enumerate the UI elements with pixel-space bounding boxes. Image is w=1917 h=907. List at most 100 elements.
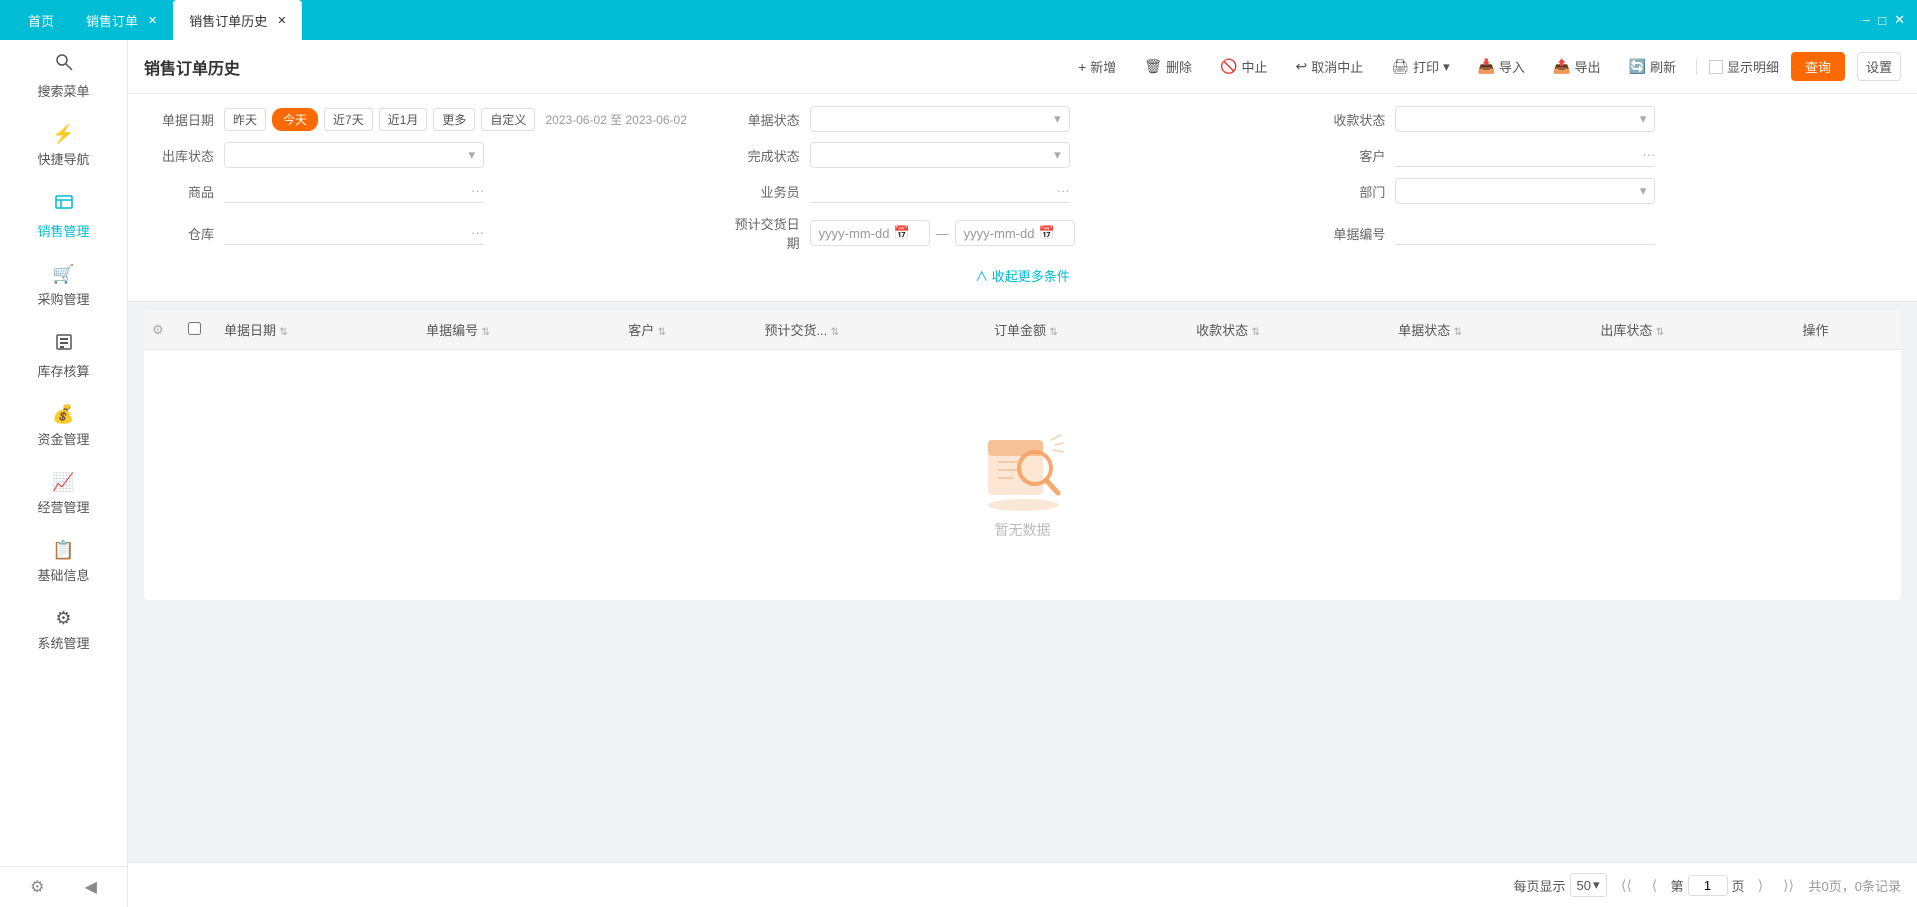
payment-status-arrow: ▾ (1640, 111, 1647, 127)
col-delivery[interactable]: 预计交货... ⇅ (756, 310, 986, 350)
header-actions: + 新增 🗑 删除 🚫 中止 ↩ 取消中止 🖨 打印 (1070, 52, 1901, 81)
table-header-row: ⚙ 单据日期 ⇅ 单据编号 ⇅ (144, 310, 1901, 350)
department-label: 部门 (1315, 182, 1395, 201)
sidebar-item-purchase-mgmt[interactable]: 🛒 采购管理 (0, 252, 127, 320)
empty-illustration (963, 410, 1083, 520)
collapse-button[interactable]: ∧ 收起更多条件 (144, 262, 1901, 289)
sidebar-item-finance[interactable]: 💰 资金管理 (0, 392, 127, 460)
page-suffix: 页 (1732, 876, 1745, 895)
product-more-icon[interactable]: ··· (471, 183, 484, 198)
warehouse-status-arrow: ▾ (468, 147, 475, 163)
sidebar-item-quick-nav[interactable]: ⚡ 快捷导航 (0, 112, 127, 180)
sidebar-item-search-menu[interactable]: 搜索菜单 (0, 40, 127, 112)
calendar-end-icon[interactable]: 📅 (1038, 225, 1054, 241)
salesperson-more-icon[interactable]: ··· (1057, 183, 1070, 198)
date-quick-custom[interactable]: 自定义 (481, 108, 535, 131)
query-button[interactable]: 查询 (1791, 52, 1845, 81)
display-toggle-checkbox[interactable] (1709, 60, 1723, 74)
date-quick-7days[interactable]: 近7天 (324, 108, 373, 131)
payment-status-select[interactable]: ▾ (1395, 106, 1655, 132)
sidebar-item-purchase-mgmt-label: 采购管理 (37, 289, 89, 308)
calendar-start-icon[interactable]: 📅 (893, 225, 909, 241)
filter-row-3: 商品 ··· 业务员 ··· 部门 (144, 178, 1901, 204)
sidebar-settings-icon[interactable]: ⚙ (30, 877, 44, 897)
table-gear-icon[interactable]: ⚙ (152, 322, 164, 337)
table-select-all[interactable] (188, 322, 201, 335)
department-select[interactable]: ▾ (1395, 178, 1655, 204)
new-button[interactable]: + 新增 (1070, 53, 1124, 80)
query-label: 查询 (1805, 57, 1831, 76)
close-sales-order-icon[interactable]: ✕ (148, 14, 157, 27)
sort-warehouse-icon: ⇅ (1656, 327, 1664, 338)
date-range-text: 2023-06-02 至 2023-06-02 (545, 111, 686, 128)
export-icon: 📤 (1553, 58, 1570, 75)
refresh-button[interactable]: 🔄 刷新 (1621, 53, 1684, 80)
salesperson-input[interactable] (810, 179, 1053, 202)
order-status-select[interactable]: ▾ (810, 106, 1070, 132)
order-no-input[interactable] (1395, 221, 1655, 244)
settings-button[interactable]: 设置 (1857, 52, 1901, 81)
date-quick-more[interactable]: 更多 (433, 108, 475, 131)
date-quick-yesterday[interactable]: 昨天 (224, 108, 266, 131)
print-icon: 🖨 (1391, 58, 1409, 75)
customer-more-icon[interactable]: ··· (1642, 147, 1655, 162)
col-amount-label: 订单金额 (994, 323, 1046, 338)
tab-home[interactable]: 首页 (12, 0, 70, 40)
sidebar-collapse-icon[interactable]: ◀ (85, 877, 97, 897)
last-page-button[interactable]: ⟩⟩ (1777, 873, 1801, 897)
sidebar-item-sales-mgmt[interactable]: 销售管理 (0, 180, 127, 252)
stop-button[interactable]: 🚫 中止 (1212, 53, 1275, 80)
sidebar-item-finance-label: 资金管理 (37, 429, 89, 448)
tab-sales-order-history[interactable]: 销售订单历史 ✕ (173, 0, 302, 40)
col-order-status[interactable]: 单据状态 ⇅ (1390, 310, 1592, 350)
warehouse-more-icon[interactable]: ··· (471, 225, 484, 240)
inventory-icon (54, 332, 74, 357)
top-bar: 首页 销售订单 ✕ 销售订单历史 ✕ − □ ✕ (0, 0, 1917, 40)
tab-sales-order[interactable]: 销售订单 ✕ (70, 0, 173, 40)
first-page-button[interactable]: ⟨⟨ (1615, 873, 1639, 897)
col-no[interactable]: 单据编号 ⇅ (418, 310, 620, 350)
prev-page-button[interactable]: ⟨ (1643, 873, 1667, 897)
per-page-control: 每页显示 50 ▾ (1513, 873, 1606, 897)
col-customer[interactable]: 客户 ⇅ (620, 310, 756, 350)
maximize-icon[interactable]: □ (1878, 13, 1886, 28)
col-amount[interactable]: 订单金额 ⇅ (986, 310, 1188, 350)
empty-state: 暂无数据 (144, 350, 1901, 600)
sidebar-item-sales-mgmt-label: 销售管理 (37, 221, 89, 240)
export-button[interactable]: 📤 导出 (1545, 53, 1608, 80)
delivery-date-start[interactable]: yyyy-mm-dd 📅 (810, 220, 930, 246)
close-window-icon[interactable]: ✕ (1894, 12, 1905, 28)
next-page-button[interactable]: ⟩ (1749, 873, 1773, 897)
col-warehouse-status[interactable]: 出库状态 ⇅ (1592, 310, 1794, 350)
col-payment-status[interactable]: 收款状态 ⇅ (1188, 310, 1390, 350)
close-sales-order-history-icon[interactable]: ✕ (277, 14, 286, 27)
page-number-input[interactable] (1688, 875, 1728, 896)
sort-amount-icon: ⇅ (1049, 327, 1057, 338)
warehouse-label: 仓库 (144, 224, 224, 243)
per-page-select[interactable]: 50 ▾ (1570, 873, 1607, 897)
delete-button[interactable]: 🗑 删除 (1136, 53, 1200, 80)
minimize-icon[interactable]: − (1863, 13, 1871, 28)
warehouse-input[interactable] (224, 221, 467, 244)
sidebar-item-sys-mgmt[interactable]: ⚙ 系统管理 (0, 596, 127, 664)
sidebar-item-inventory[interactable]: 库存核算 (0, 320, 127, 392)
per-page-arrow: ▾ (1593, 877, 1600, 893)
display-toggle[interactable]: 显示明细 (1709, 57, 1779, 76)
print-button[interactable]: 🖨 打印 ▾ (1383, 53, 1457, 80)
cancel-stop-button[interactable]: ↩ 取消中止 (1288, 53, 1372, 80)
complete-status-select[interactable]: ▾ (810, 142, 1070, 168)
col-no-label: 单据编号 (426, 323, 478, 338)
date-quick-today[interactable]: 今天 (272, 108, 318, 131)
product-input[interactable] (224, 179, 467, 202)
warehouse-status-select[interactable]: ▾ (224, 142, 484, 168)
sidebar-item-basic-info[interactable]: 📋 基础信息 (0, 528, 127, 596)
customer-input[interactable] (1395, 143, 1638, 166)
main-layout: 搜索菜单 ⚡ 快捷导航 销售管理 🛒 采购管理 库存核算 💰 资金管理 📈 (0, 40, 1917, 907)
import-button[interactable]: 📥 导入 (1470, 53, 1533, 80)
delivery-date-end[interactable]: yyyy-mm-dd 📅 (955, 220, 1075, 246)
table-check-col (180, 310, 216, 350)
col-date[interactable]: 单据日期 ⇅ (216, 310, 418, 350)
cancel-stop-icon: ↩ (1296, 58, 1308, 75)
date-quick-1month[interactable]: 近1月 (379, 108, 428, 131)
sidebar-item-operations[interactable]: 📈 经营管理 (0, 460, 127, 528)
